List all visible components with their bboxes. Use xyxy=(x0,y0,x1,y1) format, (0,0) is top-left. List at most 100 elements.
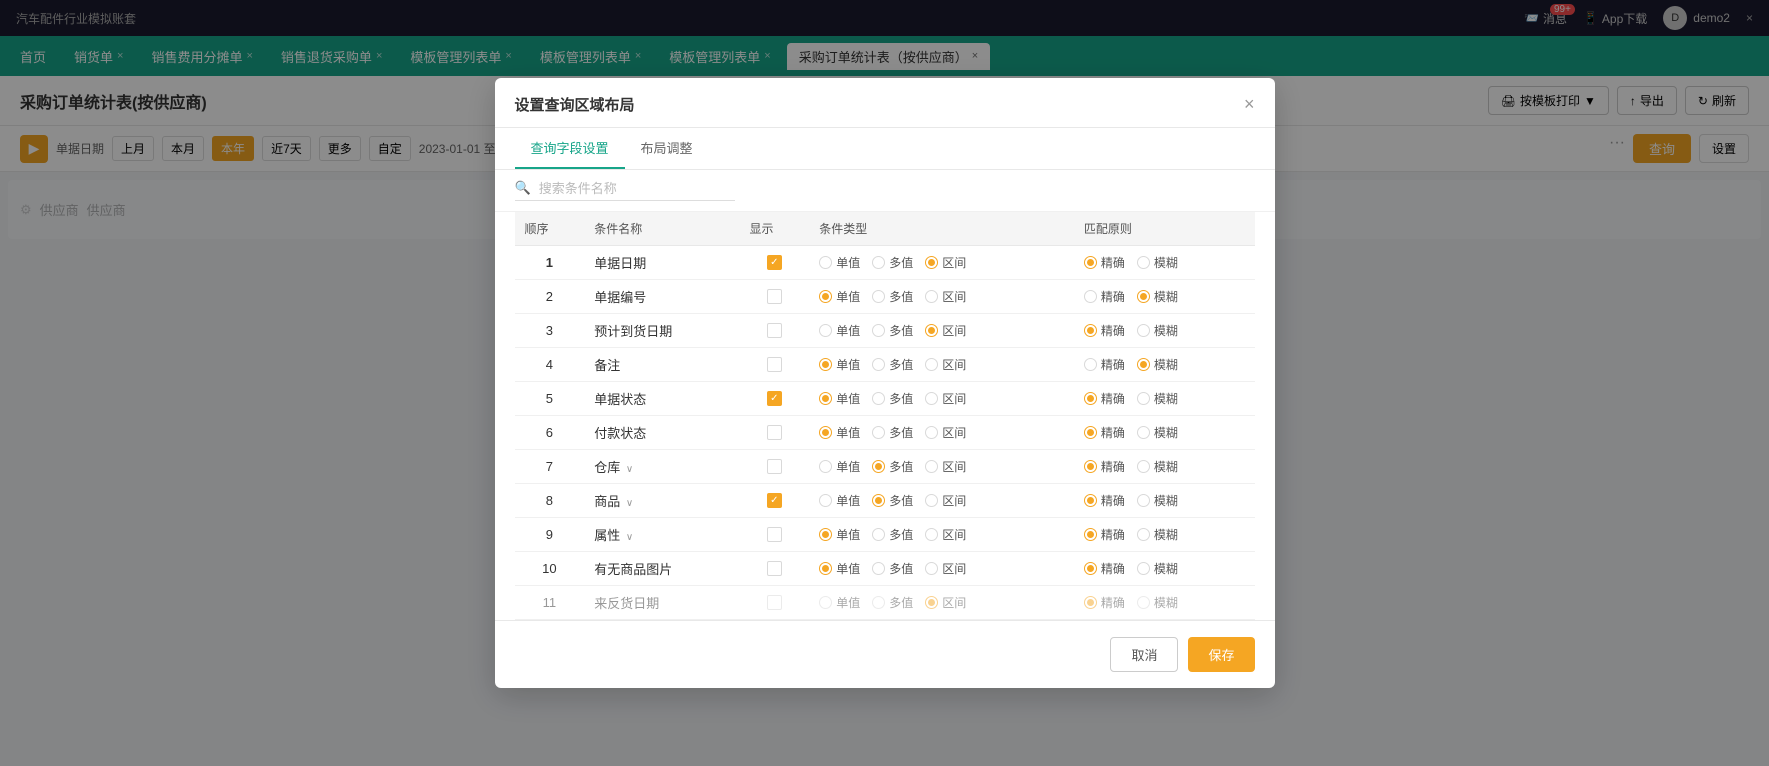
match-radio-精确[interactable]: 精确 xyxy=(1084,492,1125,509)
type-radio-多值[interactable]: 多值 xyxy=(872,322,913,339)
cancel-button[interactable]: 取消 xyxy=(1110,637,1178,672)
modal-close-button[interactable]: × xyxy=(1244,94,1255,115)
match-radio-精确[interactable]: 精确 xyxy=(1084,560,1125,577)
type-radio-区间[interactable]: 区间 xyxy=(925,390,966,407)
type-radio-区间[interactable]: 区间 xyxy=(925,424,966,441)
display-checkbox[interactable] xyxy=(767,289,782,304)
row-display[interactable] xyxy=(739,382,809,416)
radio-circle xyxy=(925,358,938,371)
match-radio-模糊[interactable]: 模糊 xyxy=(1137,322,1178,339)
type-radio-区间[interactable]: 区间 xyxy=(925,356,966,373)
radio-circle xyxy=(1084,290,1097,303)
type-radio-区间[interactable]: 区间 xyxy=(925,560,966,577)
match-radio-精确[interactable]: 精确 xyxy=(1084,424,1125,441)
match-radio-模糊[interactable]: 模糊 xyxy=(1137,424,1178,441)
row-display[interactable] xyxy=(739,416,809,450)
match-radio-模糊[interactable]: 模糊 xyxy=(1137,560,1178,577)
type-radio-单值[interactable]: 单值 xyxy=(819,254,860,271)
match-radio-模糊[interactable]: 模糊 xyxy=(1137,288,1178,305)
type-radio-单值[interactable]: 单值 xyxy=(819,424,860,441)
type-radio-区间[interactable]: 区间 xyxy=(925,526,966,543)
row-type: 单值 多值 区间 xyxy=(809,518,1074,552)
match-radio-精确[interactable]: 精确 xyxy=(1084,254,1125,271)
radio-circle xyxy=(872,358,885,371)
match-radio-模糊[interactable]: 模糊 xyxy=(1137,356,1178,373)
match-radio-模糊[interactable]: 模糊 xyxy=(1137,390,1178,407)
match-radio-精确[interactable]: 精确 xyxy=(1084,594,1125,611)
col-type: 条件类型 xyxy=(809,212,1074,246)
type-radio-单值[interactable]: 单值 xyxy=(819,390,860,407)
match-radio-模糊[interactable]: 模糊 xyxy=(1137,526,1178,543)
display-checkbox[interactable] xyxy=(767,595,782,610)
type-radio-单值[interactable]: 单值 xyxy=(819,492,860,509)
type-radio-单值[interactable]: 单值 xyxy=(819,322,860,339)
row-order: 2 xyxy=(515,280,585,314)
match-radio-精确[interactable]: 精确 xyxy=(1084,322,1125,339)
search-input[interactable] xyxy=(539,181,735,196)
row-display[interactable] xyxy=(739,314,809,348)
display-checkbox[interactable] xyxy=(767,561,782,576)
row-display[interactable] xyxy=(739,484,809,518)
type-radio-多值[interactable]: 多值 xyxy=(872,254,913,271)
display-checkbox[interactable] xyxy=(767,425,782,440)
type-radio-多值[interactable]: 多值 xyxy=(872,526,913,543)
match-radio-精确[interactable]: 精确 xyxy=(1084,458,1125,475)
settings-modal: 设置查询区域布局 × 查询字段设置 布局调整 🔍 顺序 条件名称 显示 xyxy=(495,78,1275,688)
tab-layout-adjust[interactable]: 布局调整 xyxy=(625,128,709,169)
type-radio-区间[interactable]: 区间 xyxy=(925,492,966,509)
display-checkbox[interactable] xyxy=(767,357,782,372)
type-radio-单值[interactable]: 单值 xyxy=(819,560,860,577)
type-radio-多值[interactable]: 多值 xyxy=(872,390,913,407)
row-display[interactable] xyxy=(739,586,809,620)
row-match: 精确 模糊 xyxy=(1074,314,1255,348)
display-checkbox[interactable] xyxy=(767,527,782,542)
match-radio-精确[interactable]: 精确 xyxy=(1084,288,1125,305)
row-match: 精确 模糊 xyxy=(1074,552,1255,586)
type-radio-单值[interactable]: 单值 xyxy=(819,288,860,305)
type-radio-多值[interactable]: 多值 xyxy=(872,594,913,611)
type-radio-区间[interactable]: 区间 xyxy=(925,254,966,271)
display-checkbox[interactable] xyxy=(767,255,782,270)
save-button[interactable]: 保存 xyxy=(1188,637,1254,672)
match-radio-模糊[interactable]: 模糊 xyxy=(1137,458,1178,475)
display-checkbox[interactable] xyxy=(767,493,782,508)
match-radio-精确[interactable]: 精确 xyxy=(1084,390,1125,407)
type-radio-单值[interactable]: 单值 xyxy=(819,526,860,543)
type-radio-区间[interactable]: 区间 xyxy=(925,288,966,305)
row-display[interactable] xyxy=(739,552,809,586)
display-checkbox[interactable] xyxy=(767,391,782,406)
type-radio-多值[interactable]: 多值 xyxy=(872,492,913,509)
match-radio-模糊[interactable]: 模糊 xyxy=(1137,594,1178,611)
type-radio-多值[interactable]: 多值 xyxy=(872,424,913,441)
type-radio-区间[interactable]: 区间 xyxy=(925,458,966,475)
type-radio-单值[interactable]: 单值 xyxy=(819,594,860,611)
type-radio-多值[interactable]: 多值 xyxy=(872,560,913,577)
row-display[interactable] xyxy=(739,450,809,484)
row-type: 单值 多值 区间 xyxy=(809,246,1074,280)
match-radio-模糊[interactable]: 模糊 xyxy=(1137,254,1178,271)
type-radio-单值[interactable]: 单值 xyxy=(819,458,860,475)
display-checkbox[interactable] xyxy=(767,459,782,474)
row-display[interactable] xyxy=(739,280,809,314)
type-radio-区间[interactable]: 区间 xyxy=(925,594,966,611)
radio-circle xyxy=(925,460,938,473)
row-order: 5 xyxy=(515,382,585,416)
type-radio-单值[interactable]: 单值 xyxy=(819,356,860,373)
row-display[interactable] xyxy=(739,518,809,552)
radio-circle xyxy=(872,392,885,405)
type-radio-区间[interactable]: 区间 xyxy=(925,322,966,339)
type-radio-多值[interactable]: 多值 xyxy=(872,288,913,305)
row-display[interactable] xyxy=(739,348,809,382)
display-checkbox[interactable] xyxy=(767,323,782,338)
field-table: 顺序 条件名称 显示 条件类型 匹配原则 1 单据日期 单值 多值 区间 xyxy=(495,212,1275,620)
row-order: 4 xyxy=(515,348,585,382)
search-field-wrap: 🔍 xyxy=(515,180,735,201)
match-radio-精确[interactable]: 精确 xyxy=(1084,526,1125,543)
match-radio-精确[interactable]: 精确 xyxy=(1084,356,1125,373)
type-radio-多值[interactable]: 多值 xyxy=(872,458,913,475)
radio-circle xyxy=(925,494,938,507)
row-display[interactable] xyxy=(739,246,809,280)
tab-field-settings[interactable]: 查询字段设置 xyxy=(515,128,625,169)
match-radio-模糊[interactable]: 模糊 xyxy=(1137,492,1178,509)
type-radio-多值[interactable]: 多值 xyxy=(872,356,913,373)
